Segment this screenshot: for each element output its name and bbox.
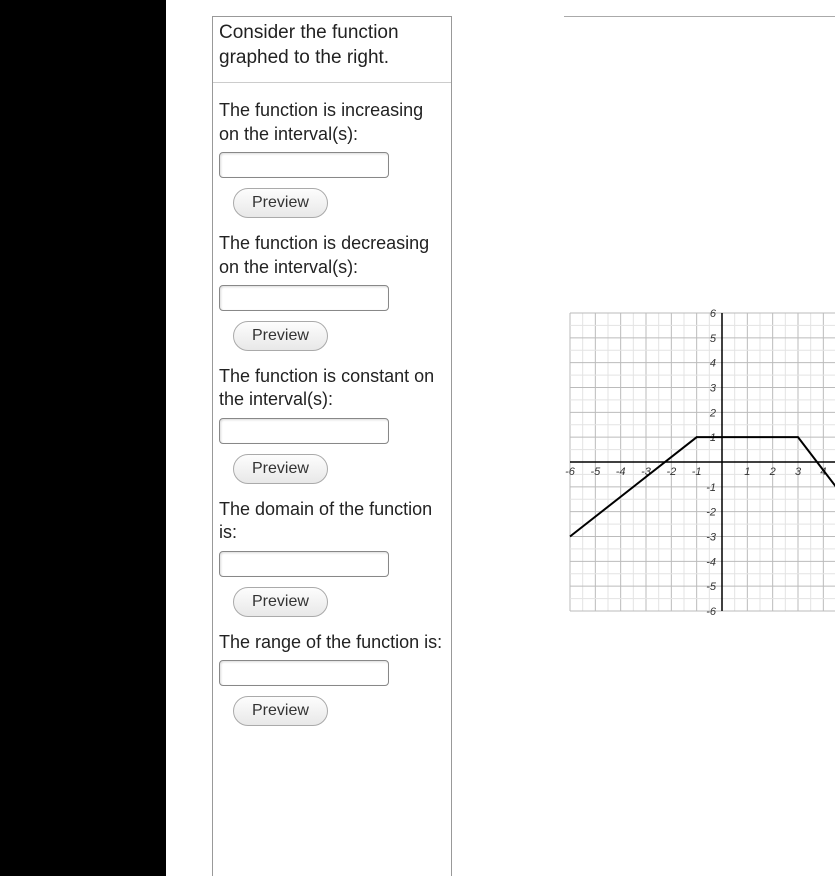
constant-label: The function is constant on the interval… bbox=[219, 365, 445, 412]
question-range: The range of the function is: Preview bbox=[213, 631, 451, 740]
domain-label: The domain of the function is: bbox=[219, 498, 445, 545]
svg-text:-1: -1 bbox=[692, 466, 702, 478]
svg-text:-2: -2 bbox=[666, 466, 676, 478]
constant-preview-button[interactable]: Preview bbox=[233, 454, 328, 484]
svg-text:1: 1 bbox=[710, 432, 716, 444]
svg-text:3: 3 bbox=[710, 383, 717, 395]
svg-text:5: 5 bbox=[710, 333, 717, 345]
domain-input[interactable] bbox=[219, 551, 389, 577]
svg-text:-3: -3 bbox=[706, 532, 717, 544]
svg-text:-4: -4 bbox=[616, 466, 626, 478]
range-label: The range of the function is: bbox=[219, 631, 445, 654]
svg-text:2: 2 bbox=[769, 466, 776, 478]
domain-preview-button[interactable]: Preview bbox=[233, 587, 328, 617]
question-panel: Consider the function graphed to the rig… bbox=[212, 16, 452, 876]
increasing-label: The function is increasing on the interv… bbox=[219, 99, 445, 146]
decreasing-input[interactable] bbox=[219, 285, 389, 311]
question-constant: The function is constant on the interval… bbox=[213, 365, 451, 498]
svg-text:6: 6 bbox=[710, 308, 717, 320]
increasing-preview-button[interactable]: Preview bbox=[233, 188, 328, 218]
question-domain: The domain of the function is: Preview bbox=[213, 498, 451, 631]
increasing-input[interactable] bbox=[219, 152, 389, 178]
decreasing-preview-button[interactable]: Preview bbox=[233, 321, 328, 351]
svg-text:-5: -5 bbox=[706, 581, 717, 593]
question-increasing: The function is increasing on the interv… bbox=[213, 99, 451, 232]
intro-text: Consider the function graphed to the rig… bbox=[219, 21, 443, 70]
svg-text:-1: -1 bbox=[706, 482, 716, 494]
function-graph: -6-5-4-3-2-1123456-6-5-4-3-2-1123456 bbox=[564, 307, 835, 617]
decreasing-label: The function is decreasing on the interv… bbox=[219, 232, 445, 279]
svg-text:2: 2 bbox=[709, 407, 716, 419]
page-container: Consider the function graphed to the rig… bbox=[166, 0, 835, 876]
range-preview-button[interactable]: Preview bbox=[233, 696, 328, 726]
svg-text:-6: -6 bbox=[706, 606, 717, 617]
graph-area: -6-5-4-3-2-1123456-6-5-4-3-2-1123456 bbox=[564, 16, 835, 626]
constant-input[interactable] bbox=[219, 418, 389, 444]
svg-text:-2: -2 bbox=[706, 507, 716, 519]
intro-block: Consider the function graphed to the rig… bbox=[213, 17, 451, 83]
question-decreasing: The function is decreasing on the interv… bbox=[213, 232, 451, 365]
svg-text:-4: -4 bbox=[706, 556, 716, 568]
svg-text:4: 4 bbox=[710, 358, 716, 370]
svg-text:-6: -6 bbox=[565, 466, 576, 478]
svg-text:1: 1 bbox=[744, 466, 750, 478]
svg-text:-5: -5 bbox=[590, 466, 601, 478]
svg-text:3: 3 bbox=[795, 466, 802, 478]
range-input[interactable] bbox=[219, 660, 389, 686]
